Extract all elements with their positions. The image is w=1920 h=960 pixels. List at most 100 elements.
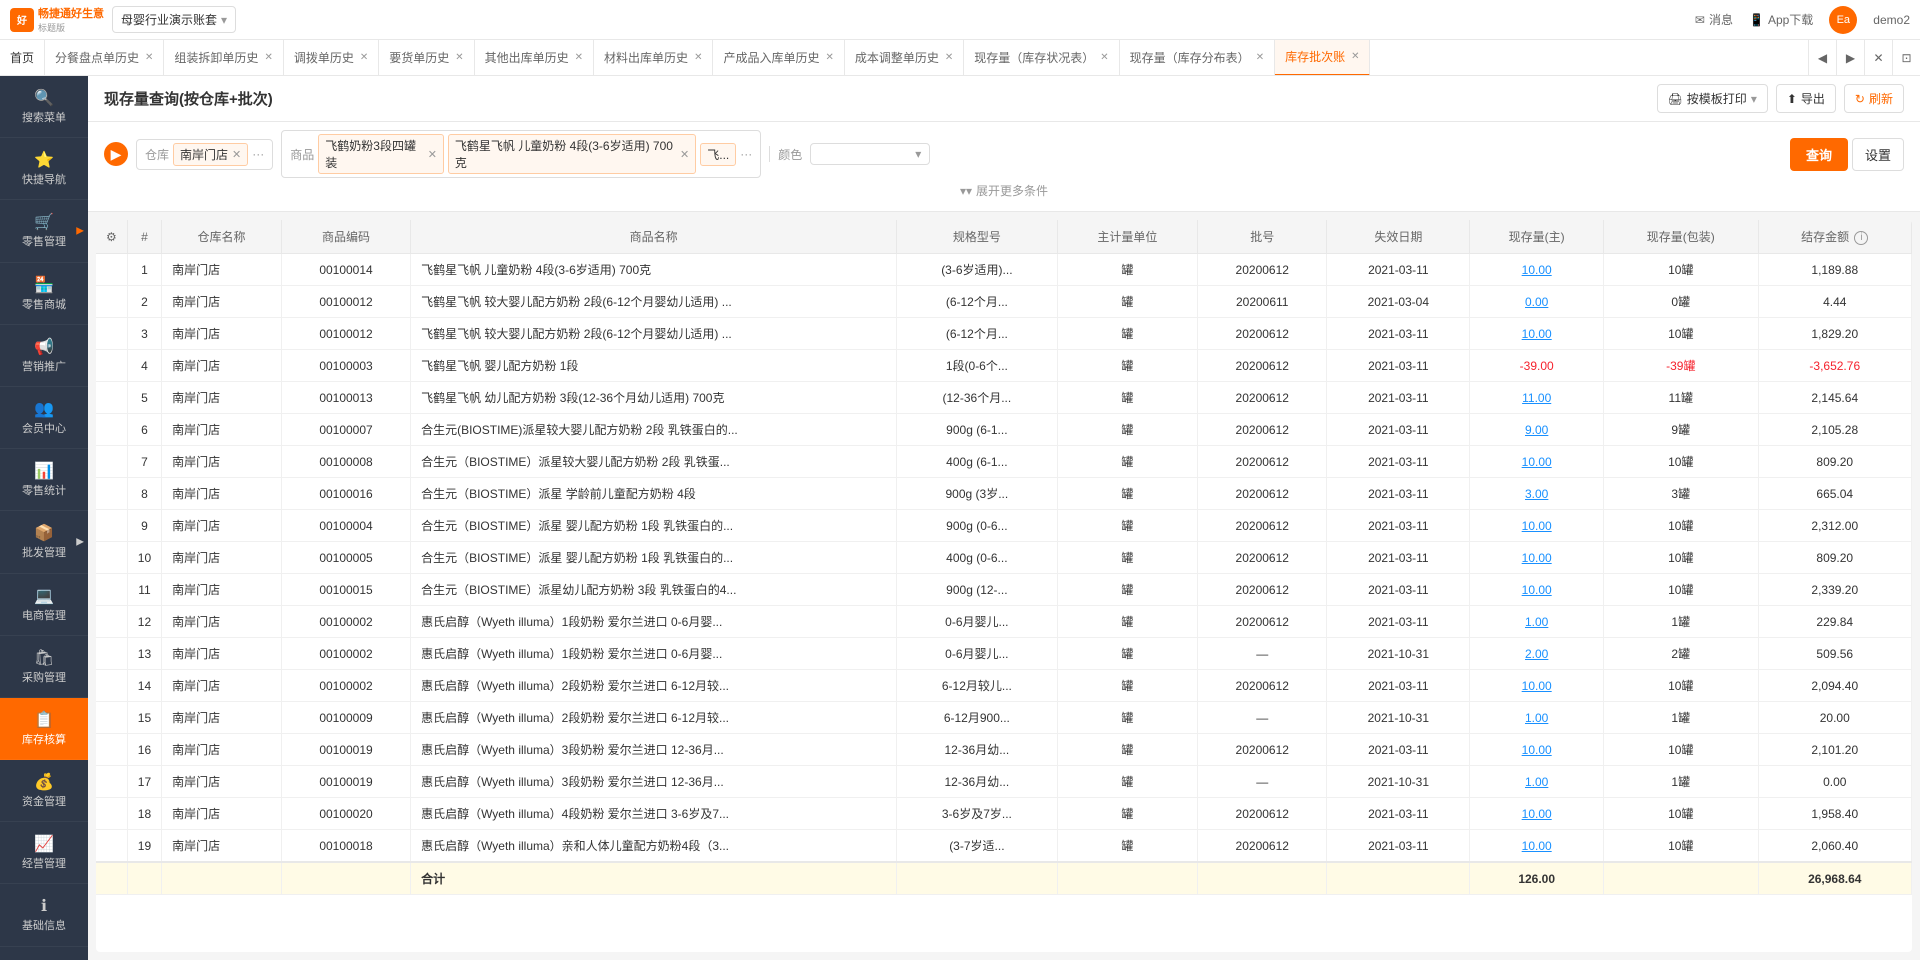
close-icon[interactable]: ✕: [455, 52, 463, 63]
sidebar-item-basic[interactable]: ℹ 基础信息: [0, 884, 88, 946]
sidebar-item-system[interactable]: ⚙ 系统管理: [0, 947, 88, 960]
dots-icon[interactable]: ···: [252, 147, 264, 161]
close-icon[interactable]: ✕: [825, 52, 833, 63]
sidebar-item-biz[interactable]: 📈 经营管理: [0, 822, 88, 884]
cell-warehouse: 南岸门店: [162, 286, 282, 318]
tab-home[interactable]: 首页: [0, 40, 45, 76]
expand-filter-btn[interactable]: ▾▾ 展开更多条件: [104, 178, 1904, 203]
cell-batch: 20200612: [1198, 254, 1327, 286]
sidebar-item-inventory[interactable]: 📋 库存核算: [0, 698, 88, 760]
dots-icon[interactable]: ···: [740, 147, 752, 161]
refresh-btn[interactable]: ↻ 刷新: [1844, 84, 1904, 113]
close-icon[interactable]: ✕: [264, 52, 272, 63]
sidebar-item-retail-mgmt[interactable]: 🛒 零售管理 ▶: [0, 200, 88, 262]
product-filter[interactable]: 商品 飞鹤奶粉3段四罐装 ✕ 飞鹤星飞帆 儿童奶粉 4段(3-6岁适用) 700…: [281, 130, 761, 178]
tab-maximize-btn[interactable]: ⊡: [1892, 40, 1920, 76]
app-download-btn[interactable]: 📱 App下载: [1749, 11, 1813, 28]
cell-qty-main[interactable]: 9.00: [1470, 414, 1604, 446]
cell-qty-main[interactable]: -39.00: [1470, 350, 1604, 382]
tab-chanpin[interactable]: 产成品入库单历史 ✕: [713, 40, 844, 76]
cell-spec: 3-6岁及7岁...: [897, 798, 1057, 830]
cell-qty-main[interactable]: 0.00: [1470, 286, 1604, 318]
tab-diaob[interactable]: 调拨单历史 ✕: [284, 40, 379, 76]
col-idx: #: [127, 220, 161, 254]
cell-qty-main[interactable]: 10.00: [1470, 510, 1604, 542]
tab-qtchuku[interactable]: 其他出库单历史 ✕: [475, 40, 594, 76]
query-btn[interactable]: 查询: [1790, 138, 1848, 171]
close-icon[interactable]: ✕: [945, 52, 953, 63]
close-icon[interactable]: ✕: [575, 52, 583, 63]
tab-cailiao[interactable]: 材料出库单历史 ✕: [594, 40, 713, 76]
template-print-btn[interactable]: 🖨 按模板打印 ▾: [1657, 84, 1768, 113]
sidebar-item-retail-stats[interactable]: 📊 零售统计: [0, 449, 88, 511]
sidebar-item-member[interactable]: 👥 会员中心: [0, 387, 88, 449]
cell-unit: 罐: [1057, 286, 1198, 318]
sidebar-item-wholesale[interactable]: 📦 批发管理 ▶: [0, 511, 88, 573]
sidebar-item-purchase[interactable]: 🛍 采购管理: [0, 636, 88, 698]
tab-chenben[interactable]: 成本调整单历史 ✕: [845, 40, 964, 76]
cell-settings: [96, 510, 127, 542]
cell-qty-main[interactable]: 10.00: [1470, 830, 1604, 863]
cell-qty-main[interactable]: 2.00: [1470, 638, 1604, 670]
close-icon[interactable]: ✕: [680, 148, 689, 161]
cell-qty-main[interactable]: 10.00: [1470, 318, 1604, 350]
summary-empty6: [1057, 862, 1198, 895]
close-icon[interactable]: ✕: [1256, 52, 1264, 63]
sidebar-item-ecommerce[interactable]: 💻 电商管理: [0, 574, 88, 636]
cell-qty-main[interactable]: 10.00: [1470, 670, 1604, 702]
sidebar-item-marketing[interactable]: 📢 营销推广: [0, 325, 88, 387]
cell-idx: 4: [127, 350, 161, 382]
export-btn[interactable]: ⬆ 导出: [1776, 84, 1836, 113]
sidebar-item-search[interactable]: 🔍 搜索菜单: [0, 76, 88, 138]
message-btn[interactable]: ✉ 消息: [1695, 11, 1733, 28]
filter-toggle-btn[interactable]: ▶: [104, 142, 128, 166]
cell-qty-main[interactable]: 10.00: [1470, 574, 1604, 606]
cell-qty-main[interactable]: 10.00: [1470, 798, 1604, 830]
cell-qty-main[interactable]: 1.00: [1470, 702, 1604, 734]
cell-balance: 509.56: [1758, 638, 1911, 670]
summary-empty9: [1604, 862, 1759, 895]
cell-idx: 10: [127, 542, 161, 574]
cell-qty-main[interactable]: 11.00: [1470, 382, 1604, 414]
close-icon[interactable]: ✕: [360, 52, 368, 63]
tab-zuhe[interactable]: 组装拆卸单历史 ✕: [164, 40, 283, 76]
tab-xiancun1[interactable]: 现存量（库存状况表） ✕: [964, 40, 1119, 76]
table-row: 10 南岸门店 00100005 合生元（BIOSTIME）派星 婴儿配方奶粉 …: [96, 542, 1912, 574]
tab-next-btn[interactable]: ▶: [1836, 40, 1864, 76]
query-actions: 查询 设置: [1790, 138, 1904, 171]
warehouse-filter[interactable]: 仓库 南岸门店 ✕ ···: [136, 139, 273, 170]
sidebar-item-nav[interactable]: ⭐ 快捷导航: [0, 138, 88, 200]
cell-qty-main[interactable]: 10.00: [1470, 542, 1604, 574]
org-selector[interactable]: 母婴行业演示账套 ▾: [112, 6, 236, 33]
trending-icon: 📈: [34, 834, 54, 854]
tab-kucun-batch[interactable]: 库存批次账 ✕: [1275, 40, 1370, 76]
close-icon[interactable]: ✕: [428, 148, 437, 161]
sidebar-item-mall[interactable]: 🏪 零售商城: [0, 263, 88, 325]
col-settings[interactable]: ⚙: [96, 220, 127, 254]
tab-xiancun2[interactable]: 现存量（库存分布表） ✕: [1120, 40, 1275, 76]
cell-qty-main[interactable]: 3.00: [1470, 478, 1604, 510]
cell-qty-main[interactable]: 10.00: [1470, 254, 1604, 286]
cell-qty-main[interactable]: 10.00: [1470, 446, 1604, 478]
close-icon[interactable]: ✕: [145, 52, 153, 63]
close-icon[interactable]: ✕: [232, 148, 241, 161]
color-select[interactable]: ▾: [810, 143, 930, 165]
sidebar-item-finance[interactable]: 💰 资金管理: [0, 760, 88, 822]
cell-warehouse: 南岸门店: [162, 542, 282, 574]
cell-qty-main[interactable]: 10.00: [1470, 734, 1604, 766]
tab-fencai[interactable]: 分餐盘点单历史 ✕: [45, 40, 164, 76]
info-icon[interactable]: i: [1854, 231, 1868, 245]
close-icon[interactable]: ✕: [694, 52, 702, 63]
cell-warehouse: 南岸门店: [162, 734, 282, 766]
avatar[interactable]: Ea: [1829, 6, 1857, 34]
cell-qty-main[interactable]: 1.00: [1470, 766, 1604, 798]
cell-qty-main[interactable]: 1.00: [1470, 606, 1604, 638]
tab-prev-btn[interactable]: ◀: [1808, 40, 1836, 76]
close-icon[interactable]: ✕: [1351, 51, 1359, 62]
tab-close-all-btn[interactable]: ✕: [1864, 40, 1892, 76]
product-tag-1: 飞鹤奶粉3段四罐装 ✕: [318, 134, 444, 174]
settings-btn[interactable]: 设置: [1852, 138, 1904, 171]
close-icon[interactable]: ✕: [1100, 52, 1108, 63]
product-tag-more[interactable]: 飞...: [700, 143, 736, 166]
tab-yaohuo[interactable]: 要货单历史 ✕: [379, 40, 474, 76]
